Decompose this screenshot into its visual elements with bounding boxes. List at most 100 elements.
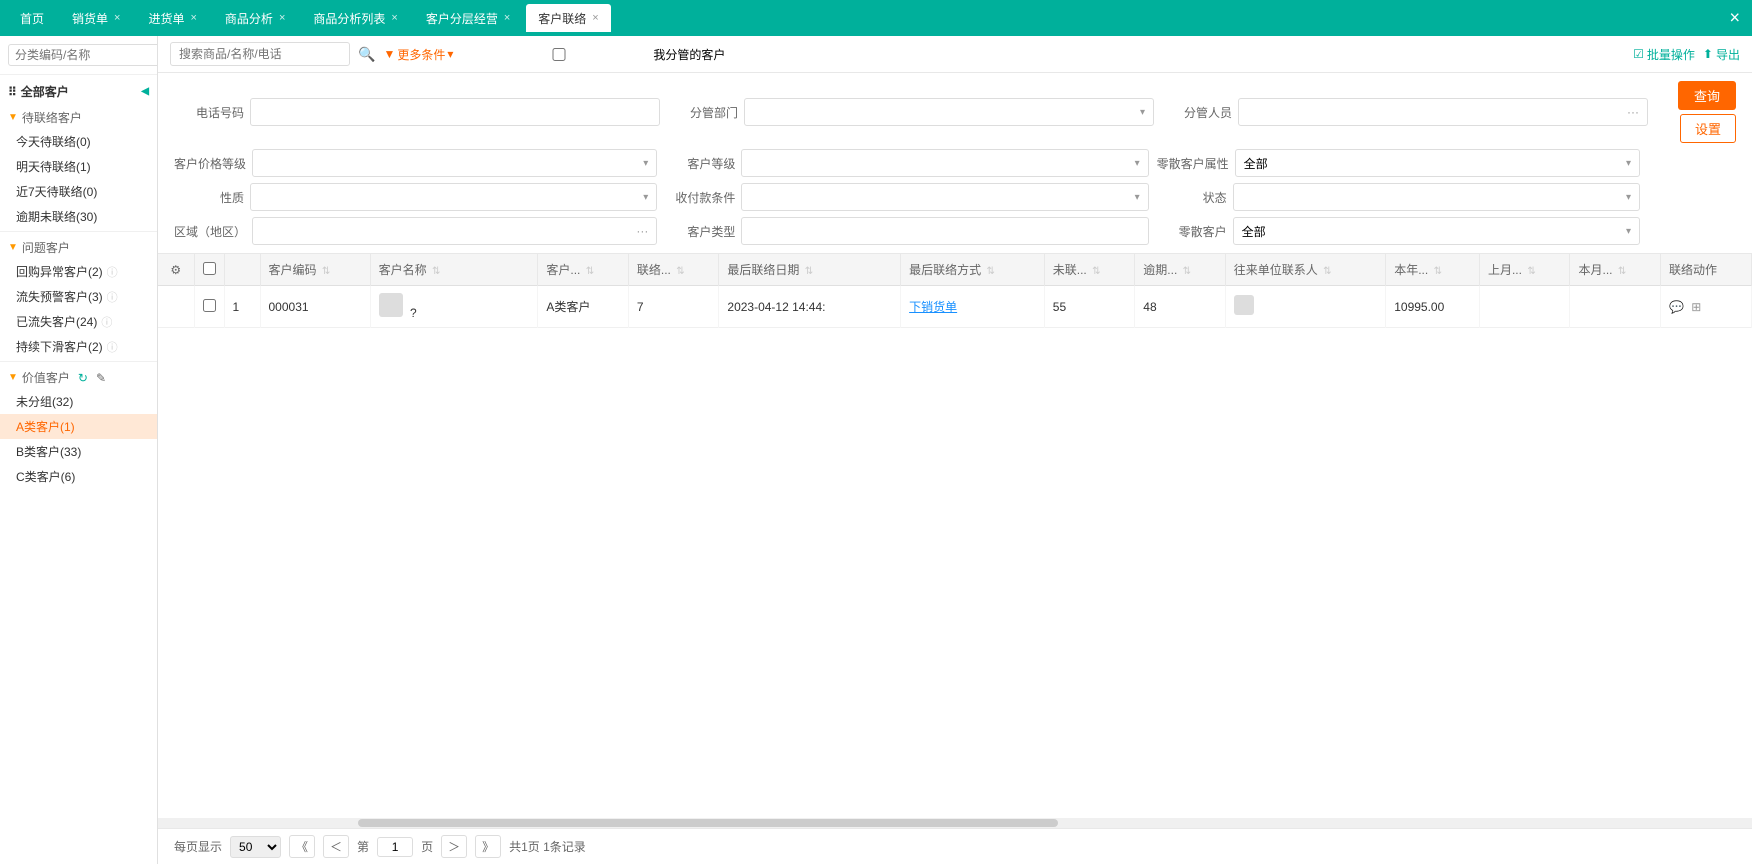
retail-attr-select[interactable]: 全部 ▾ bbox=[1235, 149, 1640, 177]
query-button[interactable]: 查询 bbox=[1678, 81, 1736, 110]
col-last-month-sort-icon[interactable]: ⇅ bbox=[1527, 266, 1535, 277]
tab-analysis-close[interactable]: × bbox=[279, 12, 285, 24]
sidebar-item-tomorrow[interactable]: 明天待联络(1) bbox=[0, 154, 157, 179]
qr-icon[interactable]: ⊞ bbox=[1691, 300, 1701, 314]
close-all-button[interactable]: × bbox=[1729, 8, 1740, 29]
col-not-contacted[interactable]: 未联... ⇅ bbox=[1044, 254, 1135, 286]
col-this-month-sort-icon[interactable]: ⇅ bbox=[1618, 266, 1626, 277]
phone-input[interactable] bbox=[250, 98, 660, 126]
last-page-button[interactable]: 》 bbox=[475, 835, 501, 858]
col-overdue[interactable]: 逾期... ⇅ bbox=[1135, 254, 1226, 286]
col-name-sort-icon[interactable]: ⇅ bbox=[432, 266, 440, 277]
sidebar-item-churned[interactable]: 已流失客户(24) ⓘ bbox=[0, 309, 157, 334]
sidebar-item-today[interactable]: 今天待联络(0) bbox=[0, 129, 157, 154]
col-contact-sort-icon[interactable]: ⇅ bbox=[676, 266, 684, 277]
tab-customer-segment[interactable]: 客户分层经营 × bbox=[414, 4, 522, 32]
retail-attr-label: 零散客户属性 bbox=[1157, 155, 1229, 172]
dept-select[interactable]: ▾ bbox=[744, 98, 1154, 126]
row-checkbox[interactable] bbox=[194, 286, 224, 328]
col-overdue-sort-icon[interactable]: ⇅ bbox=[1183, 266, 1191, 277]
col-last-date[interactable]: 最后联络日期 ⇅ bbox=[719, 254, 901, 286]
col-checkbox[interactable] bbox=[194, 254, 224, 286]
col-this-month[interactable]: 本月... ⇅ bbox=[1570, 254, 1661, 286]
retail-cust-select[interactable]: 全部 ▾ bbox=[1233, 217, 1640, 245]
sidebar-item-declining[interactable]: 持续下滑客户(2) ⓘ bbox=[0, 334, 157, 359]
tab-sales-close[interactable]: × bbox=[114, 12, 120, 24]
help-icon-3[interactable]: ⓘ bbox=[101, 314, 112, 330]
col-last-month[interactable]: 上月... ⇅ bbox=[1479, 254, 1570, 286]
last-contact-way-link[interactable]: 下销货单 bbox=[909, 300, 957, 314]
col-name[interactable]: 客户名称 ⇅ bbox=[370, 254, 538, 286]
col-last-way[interactable]: 最后联络方式 ⇅ bbox=[901, 254, 1045, 286]
col-level[interactable]: 客户... ⇅ bbox=[538, 254, 629, 286]
next-page-button[interactable]: ＞ bbox=[441, 835, 467, 858]
col-level-sort-icon[interactable]: ⇅ bbox=[586, 266, 594, 277]
search-input[interactable] bbox=[170, 42, 350, 66]
refresh-icon[interactable]: ↻ bbox=[78, 371, 88, 385]
per-page-select[interactable]: 50 100 200 bbox=[230, 836, 281, 858]
tab-purchase[interactable]: 进货单 × bbox=[136, 4, 208, 32]
scrollbar-thumb[interactable] bbox=[358, 819, 1058, 827]
tab-sales[interactable]: 销货单 × bbox=[60, 4, 132, 32]
chat-icon[interactable]: 💬 bbox=[1669, 300, 1684, 314]
help-icon-1[interactable]: ⓘ bbox=[107, 264, 118, 280]
sidebar-item-a-class[interactable]: A类客户(1) bbox=[0, 414, 157, 439]
col-gear[interactable]: ⚙ bbox=[158, 254, 194, 286]
export-button[interactable]: ⬆ 导出 bbox=[1703, 46, 1740, 63]
row-action: 💬 ⊞ bbox=[1661, 286, 1752, 328]
sidebar-item-churn-warning[interactable]: 流失预警客户(3) ⓘ bbox=[0, 284, 157, 309]
tab-customer-contact-close[interactable]: × bbox=[592, 12, 598, 24]
price-select[interactable]: ▾ bbox=[252, 149, 657, 177]
batch-op-button[interactable]: ☑ 批量操作 bbox=[1633, 46, 1695, 63]
search-button[interactable]: 🔍 bbox=[358, 46, 375, 63]
page-number-input[interactable] bbox=[377, 837, 413, 857]
tab-home[interactable]: 首页 bbox=[8, 4, 56, 32]
tab-analysis-list-close[interactable]: × bbox=[391, 12, 397, 24]
batch-op-label: 批量操作 bbox=[1647, 46, 1695, 63]
tab-analysis-list[interactable]: 商品分析列表 × bbox=[301, 4, 409, 32]
edit-icon[interactable]: ✎ bbox=[96, 371, 106, 385]
sidebar-item-b-class[interactable]: B类客户(33) bbox=[0, 439, 157, 464]
row-select-checkbox[interactable] bbox=[203, 299, 216, 312]
row-unit-contact bbox=[1225, 286, 1385, 328]
col-last-date-sort-icon[interactable]: ⇅ bbox=[805, 266, 813, 277]
help-icon-2[interactable]: ⓘ bbox=[107, 289, 118, 305]
sidebar-search-input[interactable] bbox=[8, 44, 158, 66]
more-conditions-button[interactable]: ▼ 更多条件 ▾ bbox=[383, 46, 453, 63]
col-contact[interactable]: 联络... ⇅ bbox=[628, 254, 719, 286]
sidebar-item-c-class[interactable]: C类客户(6) bbox=[0, 464, 157, 489]
nature-select[interactable]: ▾ bbox=[250, 183, 657, 211]
tab-customer-contact[interactable]: 客户联络 × bbox=[526, 4, 610, 32]
col-unit-contact[interactable]: 往来单位联系人 ⇅ bbox=[1225, 254, 1385, 286]
collapse-icon[interactable]: ◀ bbox=[141, 86, 149, 97]
sidebar-item-overdue[interactable]: 逾期未联络(30) bbox=[0, 204, 157, 229]
prev-page-button[interactable]: ＜ bbox=[323, 835, 349, 858]
level-select[interactable]: ▾ bbox=[741, 149, 1148, 177]
first-page-button[interactable]: 《 bbox=[289, 835, 315, 858]
horizontal-scrollbar[interactable] bbox=[158, 818, 1752, 828]
tab-purchase-close[interactable]: × bbox=[190, 12, 196, 24]
my-customers-checkbox[interactable] bbox=[469, 48, 649, 61]
col-code-sort-icon[interactable]: ⇅ bbox=[322, 266, 330, 277]
area-select[interactable]: ··· bbox=[252, 217, 657, 245]
payment-select[interactable]: ▾ bbox=[741, 183, 1148, 211]
col-unit-contact-sort-icon[interactable]: ⇅ bbox=[1323, 266, 1331, 277]
settings-button[interactable]: 设置 bbox=[1680, 114, 1736, 143]
tab-analysis[interactable]: 商品分析 × bbox=[213, 4, 297, 32]
row-last-contact-way[interactable]: 下销货单 bbox=[901, 286, 1045, 328]
sidebar-item-unclassified[interactable]: 未分组(32) bbox=[0, 389, 157, 414]
person-select[interactable]: ··· bbox=[1238, 98, 1648, 126]
tab-customer-segment-close[interactable]: × bbox=[504, 12, 510, 24]
sidebar-all-customers-header[interactable]: ⠿ 全部客户 ◀ bbox=[0, 75, 157, 104]
status-select[interactable]: ▾ bbox=[1233, 183, 1640, 211]
help-icon-4[interactable]: ⓘ bbox=[107, 339, 118, 355]
col-code[interactable]: 客户编码 ⇅ bbox=[260, 254, 370, 286]
select-all-checkbox[interactable] bbox=[203, 262, 216, 275]
col-this-year-sort-icon[interactable]: ⇅ bbox=[1434, 266, 1442, 277]
cust-type-select[interactable] bbox=[741, 217, 1148, 245]
col-not-contacted-sort-icon[interactable]: ⇅ bbox=[1092, 266, 1100, 277]
sidebar-item-7days[interactable]: 近7天待联络(0) bbox=[0, 179, 157, 204]
col-last-way-sort-icon[interactable]: ⇅ bbox=[986, 266, 994, 277]
sidebar-item-abnormal[interactable]: 回购异常客户(2) ⓘ bbox=[0, 259, 157, 284]
col-this-year[interactable]: 本年... ⇅ bbox=[1386, 254, 1480, 286]
